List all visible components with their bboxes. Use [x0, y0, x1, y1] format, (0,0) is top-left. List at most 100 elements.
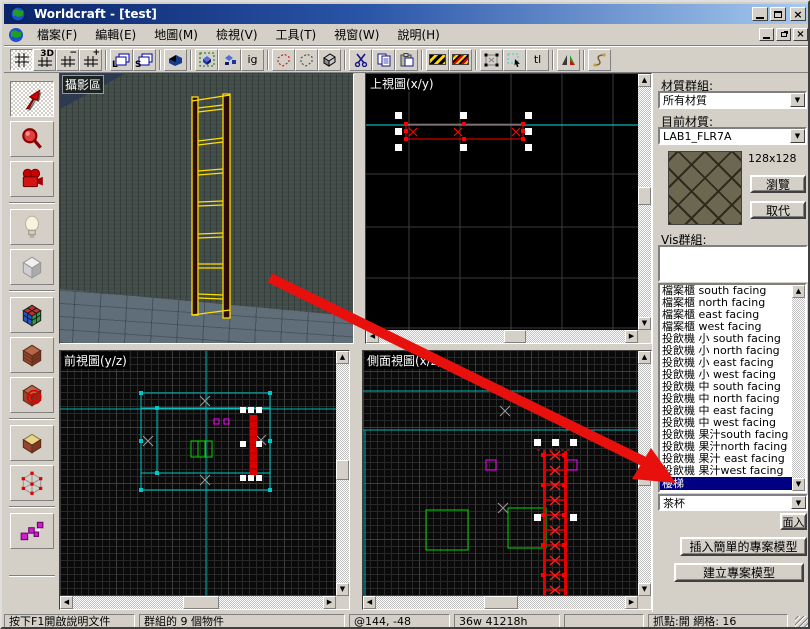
front-view-canvas[interactable]	[60, 351, 336, 596]
top-hscrollbar[interactable]: ◀ ▶	[366, 330, 638, 343]
scroll-up-icon[interactable]: ▲	[336, 351, 349, 364]
prefab-list-item[interactable]: 投飲機 中 north facing	[660, 393, 792, 405]
side-hscrollbar[interactable]: ◀ ▶	[363, 596, 638, 609]
chevron-down-icon[interactable]: ▼	[790, 129, 805, 143]
apply-texture-tool-button[interactable]	[9, 337, 54, 373]
prefab-list-item[interactable]: 投飲機 中 west facing	[660, 417, 792, 429]
prefab-list-item[interactable]: 投飲機 中 east facing	[660, 405, 792, 417]
select-touching-button[interactable]	[480, 48, 503, 71]
menu-edit[interactable]: 編輯(E)	[86, 24, 145, 45]
scroll-down-icon[interactable]: ▼	[638, 317, 651, 330]
resize-grip[interactable]	[795, 616, 808, 627]
magnify-tool-button[interactable]	[9, 121, 54, 157]
green-brush-front[interactable]	[190, 440, 213, 458]
prefab-list-item-selected[interactable]: 樓梯	[660, 477, 792, 490]
menu-help[interactable]: 說明(H)	[388, 24, 448, 45]
scroll-right-icon[interactable]: ▶	[323, 596, 336, 609]
prefab-list-item[interactable]: 投飲機 小 west facing	[660, 369, 792, 381]
side-vscrollbar[interactable]: ▲ ▼	[638, 351, 651, 596]
path-tool-button[interactable]	[9, 513, 54, 549]
morph-button[interactable]	[588, 48, 611, 71]
camera-tool-button[interactable]	[9, 161, 54, 197]
side-view-canvas[interactable]	[363, 351, 638, 596]
paste-button[interactable]	[395, 48, 418, 71]
prefab-list-item[interactable]: 檔案櫃 south facing	[660, 285, 792, 297]
front-viewport[interactable]: 前視圖(y/z) ▲ ▼ ◀ ▶	[59, 350, 350, 610]
prefab-list-item[interactable]: 投飲機 小 east facing	[660, 357, 792, 369]
entity-tool-button[interactable]	[9, 209, 54, 245]
ungroup-button[interactable]	[218, 48, 241, 71]
menu-window[interactable]: 視窗(W)	[325, 24, 388, 45]
prefab-list-item[interactable]: 檔案櫃 west facing	[660, 321, 792, 333]
scroll-left-icon[interactable]: ◀	[363, 596, 376, 609]
green-brushes-side[interactable]	[425, 507, 547, 551]
cut-button[interactable]	[349, 48, 372, 71]
carve-button[interactable]	[164, 48, 187, 71]
camera-viewport[interactable]: 攝影區	[59, 73, 354, 344]
hide-selected-button[interactable]	[272, 48, 295, 71]
chevron-down-icon[interactable]: ▼	[790, 93, 805, 107]
magenta-entities-side[interactable]	[485, 459, 578, 471]
larger-grid-button[interactable]: +	[79, 48, 102, 71]
scroll-down-icon[interactable]: ▼	[638, 583, 651, 596]
selection-tool-button[interactable]	[9, 81, 54, 117]
ladder-front[interactable]	[250, 415, 257, 476]
prefab-combobox[interactable]: 茶杯 ▼	[658, 494, 808, 511]
magenta-entities-front[interactable]	[213, 418, 230, 425]
cordon-edit-button[interactable]	[426, 48, 449, 71]
top-viewport[interactable]: 上視圖(x/y) ▲ ▼ ◀ ▶	[365, 73, 652, 344]
texture-application-tool-button[interactable]	[9, 297, 54, 333]
front-hscrollbar[interactable]: ◀ ▶	[60, 596, 336, 609]
scroll-up-icon[interactable]: ▲	[638, 351, 651, 364]
scroll-right-icon[interactable]: ▶	[625, 330, 638, 343]
scroll-left-icon[interactable]: ◀	[366, 330, 379, 343]
prefab-list-item[interactable]: 投飲機 果汁west facing	[660, 465, 792, 477]
ladder-handles-side[interactable]	[534, 439, 577, 521]
prefab-list-item[interactable]: 投飲機 果汁south facing	[660, 429, 792, 441]
apply-decals-tool-button[interactable]	[9, 377, 54, 413]
group-button[interactable]	[195, 48, 218, 71]
mdi-document-icon[interactable]	[8, 27, 24, 43]
show-all-button[interactable]	[318, 48, 341, 71]
top-vscrollbar[interactable]: ▲ ▼	[638, 74, 651, 330]
scroll-up-icon[interactable]: ▲	[638, 74, 651, 87]
prefab-list-scrollbar[interactable]: ▲ ▼	[792, 285, 805, 491]
front-vscrollbar[interactable]: ▲ ▼	[336, 351, 349, 596]
prefab-list-item[interactable]: 投飲機 中 south facing	[660, 381, 792, 393]
apply-small-button[interactable]: 面入	[780, 513, 807, 530]
browse-button[interactable]: 瀏覽	[750, 175, 806, 193]
ladder-3d-selected[interactable]	[60, 74, 353, 343]
menu-tools[interactable]: 工具(T)	[267, 24, 326, 45]
copy-button[interactable]	[372, 48, 395, 71]
prefab-list-item[interactable]: 投飲機 小 north facing	[660, 345, 792, 357]
side-viewport[interactable]: 側面視圖(x/z) ▲ ▼ ◀ ▶	[362, 350, 652, 610]
block-tool-button[interactable]	[9, 249, 54, 285]
scroll-up-icon[interactable]: ▲	[792, 285, 805, 298]
ladder-side[interactable]	[537, 449, 573, 596]
prefab-list-item[interactable]: 投飲機 果汁 east facing	[660, 453, 792, 465]
toggle-3d-grid-button[interactable]: 3D	[33, 48, 56, 71]
prefab-list-item[interactable]: 投飲機 果汁north facing	[660, 441, 792, 453]
prefab-list-item[interactable]: 檔案櫃 east facing	[660, 309, 792, 321]
menu-view[interactable]: 檢視(V)	[207, 24, 267, 45]
texture-group-combobox[interactable]: 所有材質 ▼	[658, 91, 807, 109]
cordon-toggle-button[interactable]	[449, 48, 472, 71]
chevron-down-icon[interactable]: ▼	[791, 496, 806, 509]
mdi-close-button[interactable]: ×	[793, 28, 808, 41]
vertex-tool-button[interactable]	[9, 465, 54, 501]
scroll-left-icon[interactable]: ◀	[60, 596, 73, 609]
create-prefab-button[interactable]: 建立專案模型	[674, 563, 804, 582]
current-texture-combobox[interactable]: LAB1_FLR7A ▼	[658, 127, 807, 145]
load-window-state-button[interactable]: L	[110, 48, 133, 71]
texture-lock-button[interactable]: tl	[526, 48, 549, 71]
top-view-canvas[interactable]	[366, 74, 638, 330]
menu-file[interactable]: 檔案(F)	[28, 24, 86, 45]
prefab-listbox[interactable]: 檔案櫃 south facing 檔案櫃 north facing 檔案櫃 east…	[658, 283, 807, 493]
prefab-list-item[interactable]: 投飲機 小 south facing	[660, 333, 792, 345]
scroll-right-icon[interactable]: ▶	[625, 596, 638, 609]
toggle-grid-button[interactable]	[10, 48, 33, 71]
scroll-down-icon[interactable]: ▼	[336, 583, 349, 596]
smaller-grid-button[interactable]: −	[56, 48, 79, 71]
hide-unselected-button[interactable]	[295, 48, 318, 71]
prefab-list-item[interactable]: 檔案櫃 north facing	[660, 297, 792, 309]
